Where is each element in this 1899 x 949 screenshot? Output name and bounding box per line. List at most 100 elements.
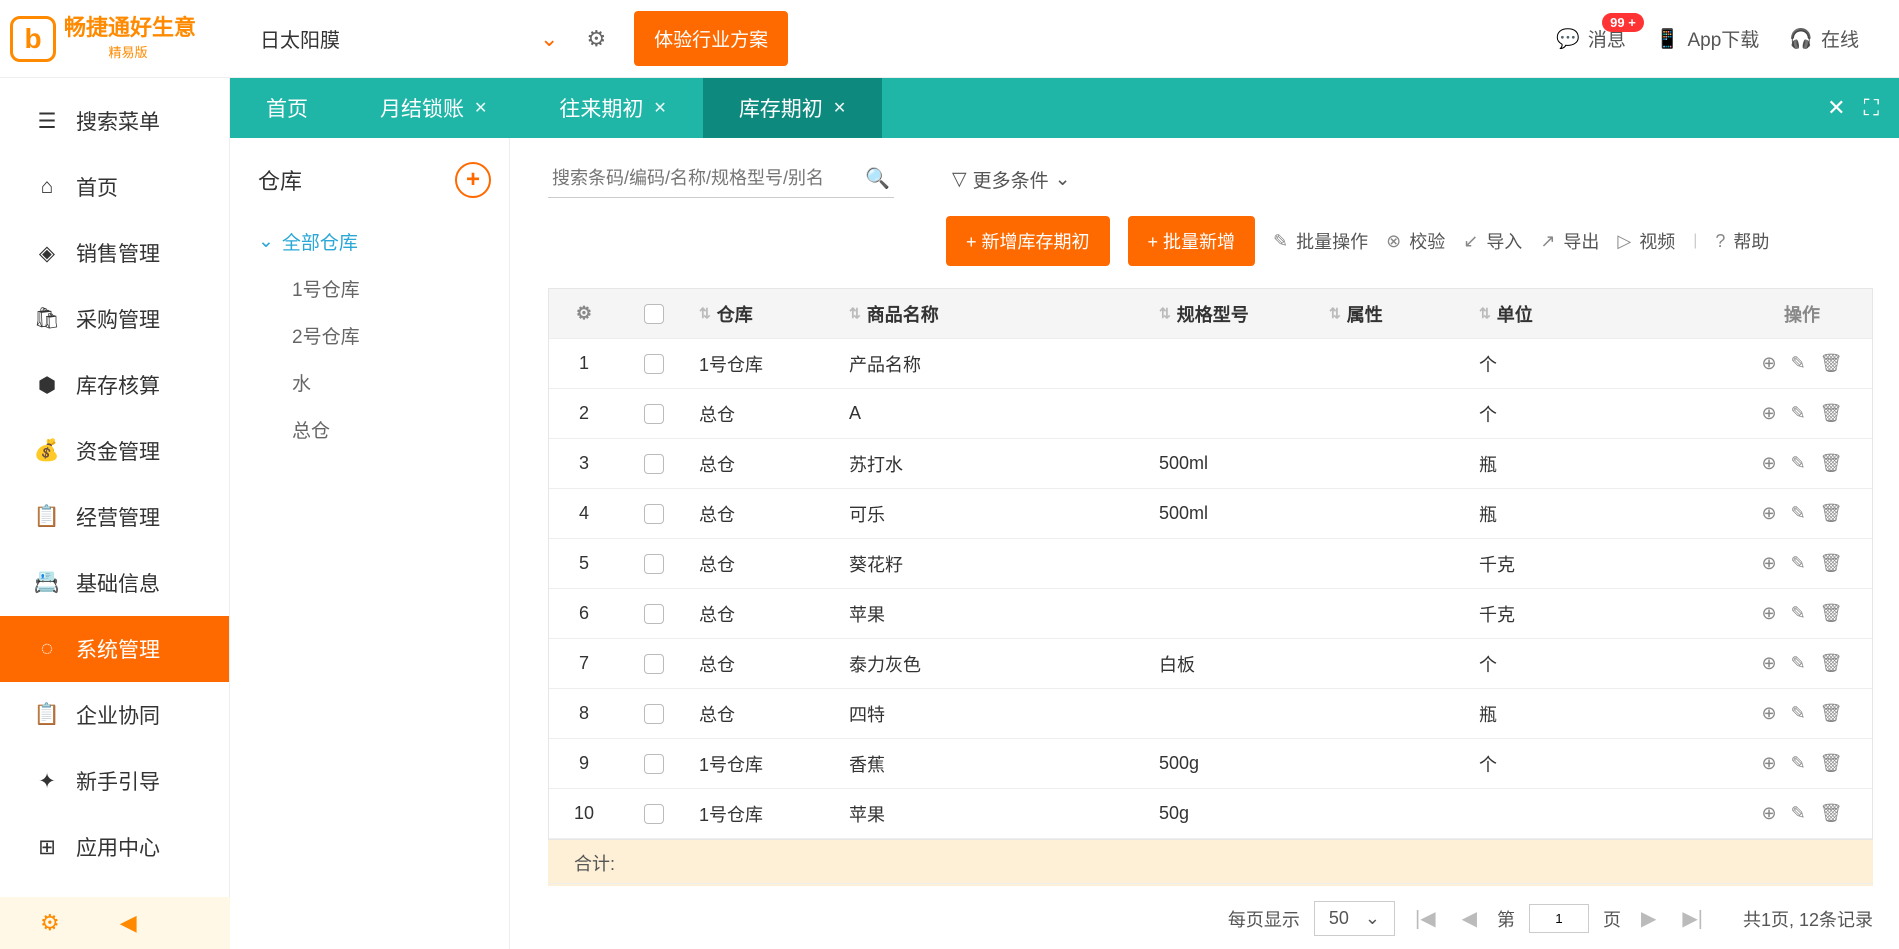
edit-icon[interactable]: ✎ (1791, 803, 1806, 824)
sidebar-item-sales[interactable]: ◈销售管理 (0, 220, 229, 286)
edit-icon[interactable]: ✎ (1791, 403, 1806, 424)
fullscreen-icon[interactable]: ⛶ (1864, 95, 1879, 121)
experience-plan-button[interactable]: 体验行业方案 (634, 11, 788, 66)
delete-icon[interactable]: 🗑 (1820, 353, 1843, 374)
tab-receivable-initial[interactable]: 往来期初✕ (523, 78, 702, 138)
page-size-select[interactable]: 50⌄ (1314, 901, 1395, 936)
export-button[interactable]: ↗导出 (1540, 228, 1599, 254)
edit-icon[interactable]: ✎ (1791, 453, 1806, 474)
edit-icon[interactable]: ✎ (1791, 753, 1806, 774)
sidebar-item-search[interactable]: ☰搜索菜单 (0, 88, 229, 154)
row-checkbox[interactable] (644, 554, 664, 574)
sidebar-item-home[interactable]: ⌂首页 (0, 154, 229, 220)
last-page-button[interactable]: ▶| (1676, 906, 1709, 931)
copy-icon[interactable]: ⊕ (1761, 503, 1776, 524)
video-button[interactable]: ▷视频 (1617, 228, 1675, 254)
delete-icon[interactable]: 🗑 (1820, 753, 1843, 774)
row-checkbox[interactable] (644, 804, 664, 824)
sort-icon[interactable]: ⇅ (1479, 305, 1491, 322)
sort-icon[interactable]: ⇅ (849, 305, 861, 322)
delete-icon[interactable]: 🗑 (1820, 703, 1843, 724)
edit-icon[interactable]: ✎ (1791, 353, 1806, 374)
copy-icon[interactable]: ⊕ (1761, 603, 1776, 624)
tab-home[interactable]: 首页 (230, 78, 344, 138)
online-support-button[interactable]: 🎧 在线 (1789, 25, 1859, 52)
tree-leaf[interactable]: 水 (292, 369, 491, 396)
tree-leaf[interactable]: 2号仓库 (292, 322, 491, 349)
gear-icon[interactable]: ⚙ (40, 910, 60, 936)
copy-icon[interactable]: ⊕ (1761, 403, 1776, 424)
add-inventory-button[interactable]: + 新增库存期初 (946, 216, 1110, 266)
edit-icon[interactable]: ✎ (1791, 703, 1806, 724)
sort-icon[interactable]: ⇅ (1159, 305, 1171, 322)
sidebar-item-purchase[interactable]: 🛍采购管理 (0, 286, 229, 352)
edit-icon[interactable]: ✎ (1791, 653, 1806, 674)
sidebar-item-system[interactable]: ◌系统管理 (0, 616, 229, 682)
bulk-operate-button[interactable]: ✎批量操作 (1273, 228, 1368, 254)
sidebar-item-apps[interactable]: ⊞应用中心 (0, 814, 229, 880)
search-icon[interactable]: 🔍 (865, 166, 890, 191)
sidebar-item-collab[interactable]: 📋企业协同 (0, 682, 229, 748)
close-icon[interactable]: ✕ (833, 98, 846, 118)
delete-icon[interactable]: 🗑 (1820, 403, 1843, 424)
copy-icon[interactable]: ⊕ (1761, 453, 1776, 474)
row-checkbox[interactable] (644, 754, 664, 774)
tab-month-lock[interactable]: 月结锁账✕ (344, 78, 523, 138)
tree-root[interactable]: ⌄ 全部仓库 (258, 228, 491, 255)
collapse-icon[interactable]: ◀ (120, 910, 137, 936)
tab-inventory-initial[interactable]: 库存期初✕ (703, 78, 882, 138)
sidebar-item-basic[interactable]: 📇基础信息 (0, 550, 229, 616)
bulk-add-button[interactable]: + 批量新增 (1128, 216, 1256, 266)
sidebar-item-guide[interactable]: ✦新手引导 (0, 748, 229, 814)
delete-icon[interactable]: 🗑 (1820, 553, 1843, 574)
tree-leaf[interactable]: 总仓 (292, 416, 491, 443)
next-page-button[interactable]: ▶ (1635, 906, 1662, 931)
page-number-input[interactable] (1529, 904, 1589, 933)
copy-icon[interactable]: ⊕ (1761, 703, 1776, 724)
app-download-button[interactable]: 📱 App下载 (1656, 25, 1759, 52)
sidebar-item-business[interactable]: 📋经营管理 (0, 484, 229, 550)
add-warehouse-button[interactable]: + (455, 162, 491, 198)
gear-icon[interactable]: ⚙ (576, 303, 592, 324)
import-button[interactable]: ↙导入 (1463, 228, 1522, 254)
sidebar-item-inventory[interactable]: ⬢库存核算 (0, 352, 229, 418)
row-checkbox[interactable] (644, 454, 664, 474)
delete-icon[interactable]: 🗑 (1820, 803, 1843, 824)
copy-icon[interactable]: ⊕ (1761, 653, 1776, 674)
search-input[interactable] (552, 168, 857, 189)
row-checkbox[interactable] (644, 704, 664, 724)
prev-page-button[interactable]: ◀ (1456, 906, 1483, 931)
edit-icon[interactable]: ✎ (1791, 503, 1806, 524)
copy-icon[interactable]: ⊕ (1761, 803, 1776, 824)
select-all-checkbox[interactable] (644, 304, 664, 324)
delete-icon[interactable]: 🗑 (1820, 503, 1843, 524)
copy-icon[interactable]: ⊕ (1761, 753, 1776, 774)
sort-icon[interactable]: ⇅ (1329, 305, 1341, 322)
messages-button[interactable]: 💬 消息 99 + (1556, 25, 1626, 52)
row-checkbox[interactable] (644, 504, 664, 524)
delete-icon[interactable]: 🗑 (1820, 453, 1843, 474)
tree-leaf[interactable]: 1号仓库 (292, 275, 491, 302)
first-page-button[interactable]: |◀ (1409, 906, 1442, 931)
row-checkbox[interactable] (644, 604, 664, 624)
help-button[interactable]: ?帮助 (1715, 228, 1769, 254)
close-icon[interactable]: ✕ (474, 98, 487, 118)
edit-icon[interactable]: ✎ (1791, 553, 1806, 574)
search-box[interactable]: 🔍 (548, 160, 894, 198)
row-checkbox[interactable] (644, 404, 664, 424)
sidebar-item-funds[interactable]: 💰资金管理 (0, 418, 229, 484)
edit-icon[interactable]: ✎ (1791, 603, 1806, 624)
copy-icon[interactable]: ⊕ (1761, 553, 1776, 574)
verify-button[interactable]: ⊗校验 (1386, 228, 1445, 254)
sort-icon[interactable]: ⇅ (699, 305, 711, 322)
row-checkbox[interactable] (644, 354, 664, 374)
settings-icon[interactable]: ⚙ (586, 26, 606, 52)
close-all-icon[interactable]: ✕ (1827, 95, 1845, 121)
delete-icon[interactable]: 🗑 (1820, 603, 1843, 624)
delete-icon[interactable]: 🗑 (1820, 653, 1843, 674)
copy-icon[interactable]: ⊕ (1761, 353, 1776, 374)
seller-select[interactable]: 日太阳膜 ⌄ (230, 24, 558, 53)
close-icon[interactable]: ✕ (653, 98, 666, 118)
more-filters-button[interactable]: ▽ 更多条件 ⌄ (952, 166, 1071, 193)
row-checkbox[interactable] (644, 654, 664, 674)
